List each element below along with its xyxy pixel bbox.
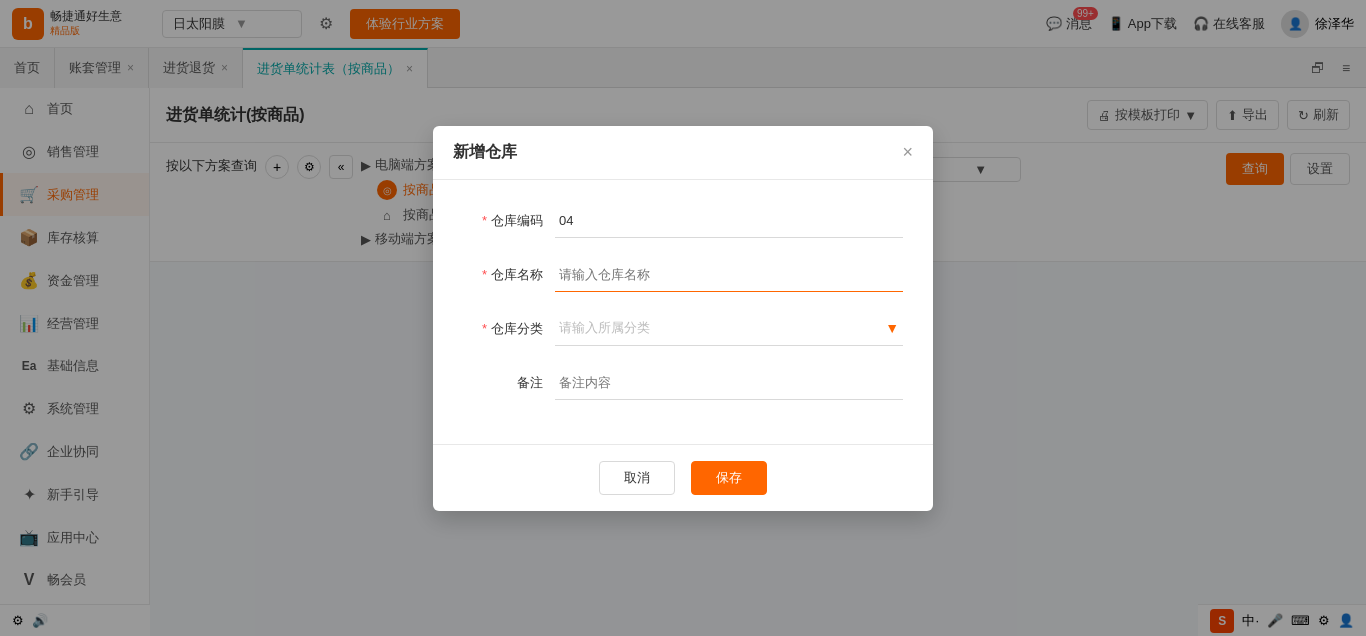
category-placeholder: 请输入所属分类 <box>559 319 650 337</box>
cancel-button[interactable]: 取消 <box>599 461 675 495</box>
category-dropdown-arrow: ▼ <box>885 320 899 336</box>
modal-header: 新增仓库 × <box>433 126 933 180</box>
save-button[interactable]: 保存 <box>691 461 767 495</box>
code-label: 仓库编码 <box>463 212 543 230</box>
modal-title: 新增仓库 <box>453 142 517 163</box>
remark-input[interactable] <box>555 366 903 400</box>
code-input[interactable] <box>555 204 903 238</box>
name-label: 仓库名称 <box>463 266 543 284</box>
remark-label: 备注 <box>463 374 543 392</box>
modal-overlay: 新增仓库 × 仓库编码 仓库名称 仓库分类 请输入所属分类 ▼ <box>0 0 1366 636</box>
form-row-code: 仓库编码 <box>463 204 903 238</box>
category-label: 仓库分类 <box>463 320 543 338</box>
modal-close-button[interactable]: × <box>902 142 913 163</box>
form-row-category: 仓库分类 请输入所属分类 ▼ <box>463 312 903 346</box>
name-input[interactable] <box>555 258 903 292</box>
modal-footer: 取消 保存 <box>433 444 933 511</box>
form-row-name: 仓库名称 <box>463 258 903 292</box>
form-row-remark: 备注 <box>463 366 903 400</box>
category-select[interactable]: 请输入所属分类 ▼ <box>555 312 903 346</box>
new-warehouse-modal: 新增仓库 × 仓库编码 仓库名称 仓库分类 请输入所属分类 ▼ <box>433 126 933 511</box>
modal-body: 仓库编码 仓库名称 仓库分类 请输入所属分类 ▼ 备注 <box>433 180 933 444</box>
